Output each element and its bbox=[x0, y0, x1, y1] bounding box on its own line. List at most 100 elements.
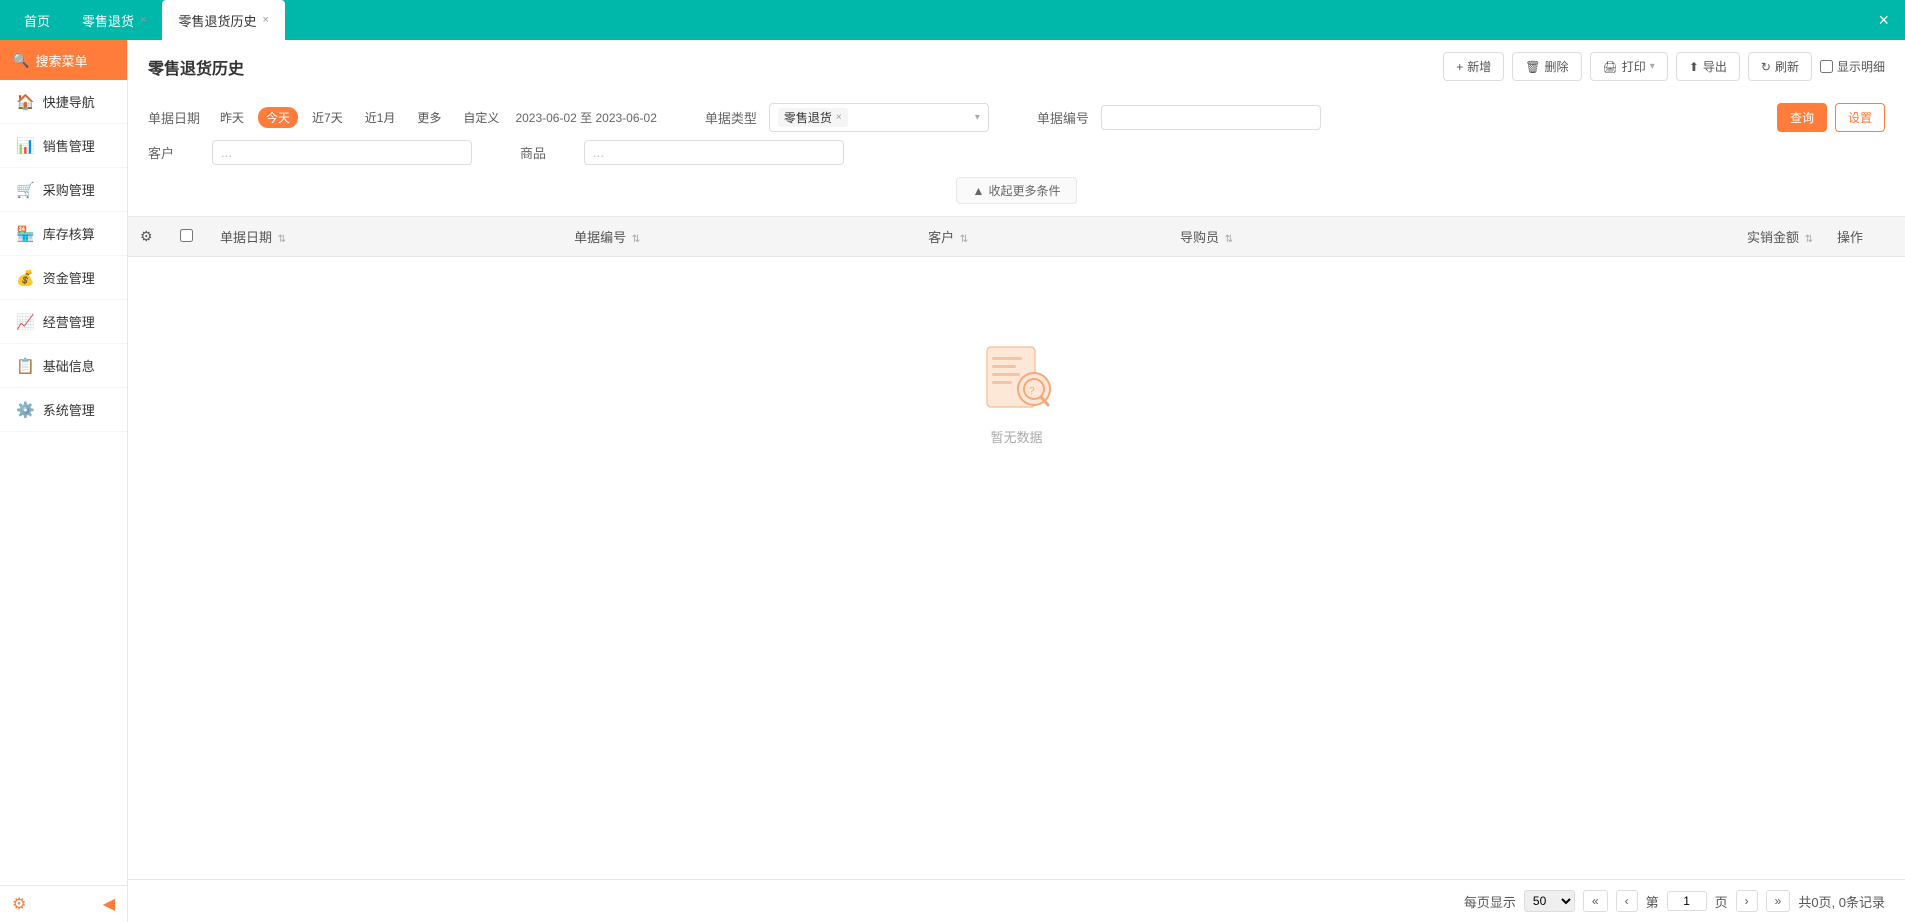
table-body: ? 暂无数据 bbox=[128, 257, 1905, 527]
tab-home-label: 首页 bbox=[24, 11, 50, 30]
sidebar-item-operations-label: 经营管理 bbox=[43, 312, 95, 331]
content-area: 零售退货历史 + 新增 🗑 删除 🖨 打印 ▾ bbox=[128, 40, 1905, 922]
page-label: 第 bbox=[1646, 892, 1659, 911]
empty-state: ? 暂无数据 bbox=[128, 257, 1905, 526]
print-icon: 🖨 bbox=[1603, 60, 1618, 74]
top-nav-bar: 首页 零售退货 × 零售退货历史 × × bbox=[0, 0, 1905, 40]
sidebar-item-basic-info-label: 基础信息 bbox=[43, 356, 95, 375]
th-customer-label: 客户 bbox=[928, 230, 954, 245]
th-customer-sort-icon: ⇅ bbox=[960, 234, 968, 245]
sidebar-item-purchase-mgmt[interactable]: 🛒 采购管理 bbox=[0, 168, 127, 212]
sidebar-item-basic-info[interactable]: 📋 基础信息 bbox=[0, 344, 127, 388]
main-layout: 🔍 搜索菜单 🏠 快捷导航 📊 销售管理 🛒 采购管理 🏪 库存核算 💰 bbox=[0, 40, 1905, 922]
delete-icon: 🗑 bbox=[1525, 60, 1540, 74]
th-amount-sort-icon: ⇅ bbox=[1805, 234, 1813, 245]
th-date-sort-icon: ⇅ bbox=[278, 234, 286, 245]
sidebar-item-inventory-label: 库存核算 bbox=[43, 224, 95, 243]
toolbar: + 新增 🗑 删除 🖨 打印 ▾ ⬆ 导出 bbox=[1443, 52, 1885, 81]
next-page-button[interactable]: › bbox=[1736, 890, 1758, 912]
date-option-1month[interactable]: 近1月 bbox=[357, 107, 404, 128]
query-label: 查询 bbox=[1790, 109, 1814, 126]
tab-retail-return-history[interactable]: 零售退货历史 × bbox=[162, 0, 284, 40]
collapse-up-icon: ▲ bbox=[973, 184, 985, 198]
export-button[interactable]: ⬆ 导出 bbox=[1676, 52, 1740, 81]
tab-retail-return[interactable]: 零售退货 × bbox=[66, 0, 162, 40]
date-option-more[interactable]: 更多 bbox=[409, 107, 449, 128]
date-option-7days[interactable]: 近7天 bbox=[304, 107, 351, 128]
th-guide[interactable]: 导购员 ⇅ bbox=[1168, 217, 1471, 257]
per-page-select[interactable]: 50 10 20 100 bbox=[1524, 890, 1575, 912]
collapse-button[interactable]: ▲ 收起更多条件 bbox=[956, 177, 1078, 204]
th-settings[interactable]: ⚙ bbox=[128, 217, 168, 257]
date-option-yesterday[interactable]: 昨天 bbox=[212, 107, 252, 128]
filter-type-tag-close[interactable]: × bbox=[836, 112, 842, 123]
print-dropdown-icon: ▾ bbox=[1650, 61, 1655, 72]
date-option-custom[interactable]: 自定义 bbox=[455, 107, 507, 128]
sidebar-search[interactable]: 🔍 搜索菜单 bbox=[0, 40, 127, 80]
filter-customer-label: 客户 bbox=[148, 143, 204, 162]
print-button[interactable]: 🖨 打印 ▾ bbox=[1590, 52, 1668, 81]
sidebar-item-operations[interactable]: 📈 经营管理 bbox=[0, 300, 127, 344]
sidebar-item-system-mgmt[interactable]: ⚙️ 系统管理 bbox=[0, 388, 127, 432]
window-close-button[interactable]: × bbox=[1878, 10, 1889, 31]
first-page-icon: « bbox=[1592, 894, 1599, 908]
filter-group-number: 单据编号 bbox=[1037, 105, 1321, 130]
filter-goods-input[interactable] bbox=[584, 140, 844, 165]
collapse-label: 收起更多条件 bbox=[988, 182, 1060, 199]
filter-number-label: 单据编号 bbox=[1037, 108, 1093, 127]
filter-group-type: 单据类型 零售退货 × ▾ bbox=[705, 103, 989, 132]
prev-page-button[interactable]: ‹ bbox=[1616, 890, 1638, 912]
th-customer[interactable]: 客户 ⇅ bbox=[916, 217, 1168, 257]
sidebar-item-finance[interactable]: 💰 资金管理 bbox=[0, 256, 127, 300]
settings-button[interactable]: 设置 bbox=[1835, 103, 1885, 132]
home-icon: 🏠 bbox=[16, 93, 35, 111]
tab-retail-return-history-close[interactable]: × bbox=[262, 14, 268, 26]
filter-number-input[interactable] bbox=[1101, 105, 1321, 130]
query-button[interactable]: 查询 bbox=[1777, 103, 1827, 132]
system-icon: ⚙️ bbox=[16, 401, 35, 419]
collapse-row: ▲ 收起更多条件 bbox=[148, 173, 1885, 208]
display-mingxi-checkbox[interactable] bbox=[1820, 60, 1833, 73]
filter-action-buttons: 查询 设置 bbox=[1777, 103, 1885, 132]
tab-home[interactable]: 首页 bbox=[8, 0, 66, 40]
date-option-today[interactable]: 今天 bbox=[258, 107, 298, 128]
new-label: 新增 bbox=[1467, 58, 1491, 75]
page-number-input[interactable] bbox=[1667, 891, 1707, 911]
sidebar-item-quick-nav[interactable]: 🏠 快捷导航 bbox=[0, 80, 127, 124]
th-number-sort-icon: ⇅ bbox=[632, 234, 640, 245]
th-date[interactable]: 单据日期 ⇅ bbox=[208, 217, 562, 257]
next-page-icon: › bbox=[1745, 894, 1749, 908]
filter-area: 单据日期 昨天 今天 近7天 近1月 更多 自定义 2023-06-02 至 2… bbox=[148, 93, 1885, 216]
search-icon: 🔍 bbox=[12, 52, 29, 69]
filter-type-tag: 零售退货 × bbox=[778, 108, 848, 127]
filter-type-select[interactable]: 零售退货 × ▾ bbox=[769, 103, 989, 132]
total-label: 共0页, 0条记录 bbox=[1798, 892, 1885, 911]
sidebar-item-sales-mgmt[interactable]: 📊 销售管理 bbox=[0, 124, 127, 168]
th-number[interactable]: 单据编号 ⇅ bbox=[562, 217, 916, 257]
new-button[interactable]: + 新增 bbox=[1443, 52, 1504, 81]
refresh-button[interactable]: ↻ 刷新 bbox=[1748, 52, 1812, 81]
delete-button[interactable]: 🗑 删除 bbox=[1512, 52, 1581, 81]
collapse-sidebar-icon[interactable]: ◀ bbox=[103, 894, 115, 914]
first-page-button[interactable]: « bbox=[1583, 890, 1608, 912]
sidebar-menu: 🏠 快捷导航 📊 销售管理 🛒 采购管理 🏪 库存核算 💰 资金管理 📈 bbox=[0, 80, 127, 885]
filter-customer-input[interactable] bbox=[212, 140, 472, 165]
page-title: 零售退货历史 bbox=[148, 55, 244, 79]
tab-retail-return-close[interactable]: × bbox=[140, 14, 146, 26]
th-guide-label: 导购员 bbox=[1180, 230, 1219, 245]
sidebar-search-label: 搜索菜单 bbox=[35, 51, 87, 70]
last-page-icon: » bbox=[1775, 894, 1782, 908]
page-unit: 页 bbox=[1715, 892, 1728, 911]
select-all-checkbox[interactable] bbox=[180, 229, 193, 242]
last-page-button[interactable]: » bbox=[1766, 890, 1791, 912]
th-checkbox[interactable] bbox=[168, 217, 208, 257]
finance-icon: 💰 bbox=[16, 269, 35, 287]
tab-retail-return-history-label: 零售退货历史 bbox=[178, 11, 256, 30]
sidebar-bottom: ⚙ ◀ bbox=[0, 885, 127, 922]
display-mingxi-toggle: 显示明细 bbox=[1820, 58, 1885, 75]
th-amount[interactable]: 实销金额 ⇅ bbox=[1471, 217, 1825, 257]
column-settings-icon[interactable]: ⚙ bbox=[140, 228, 153, 244]
sidebar-item-inventory[interactable]: 🏪 库存核算 bbox=[0, 212, 127, 256]
settings-gear-icon[interactable]: ⚙ bbox=[12, 894, 26, 914]
filter-group-date: 单据日期 昨天 今天 近7天 近1月 更多 自定义 2023-06-02 至 2… bbox=[148, 107, 657, 128]
